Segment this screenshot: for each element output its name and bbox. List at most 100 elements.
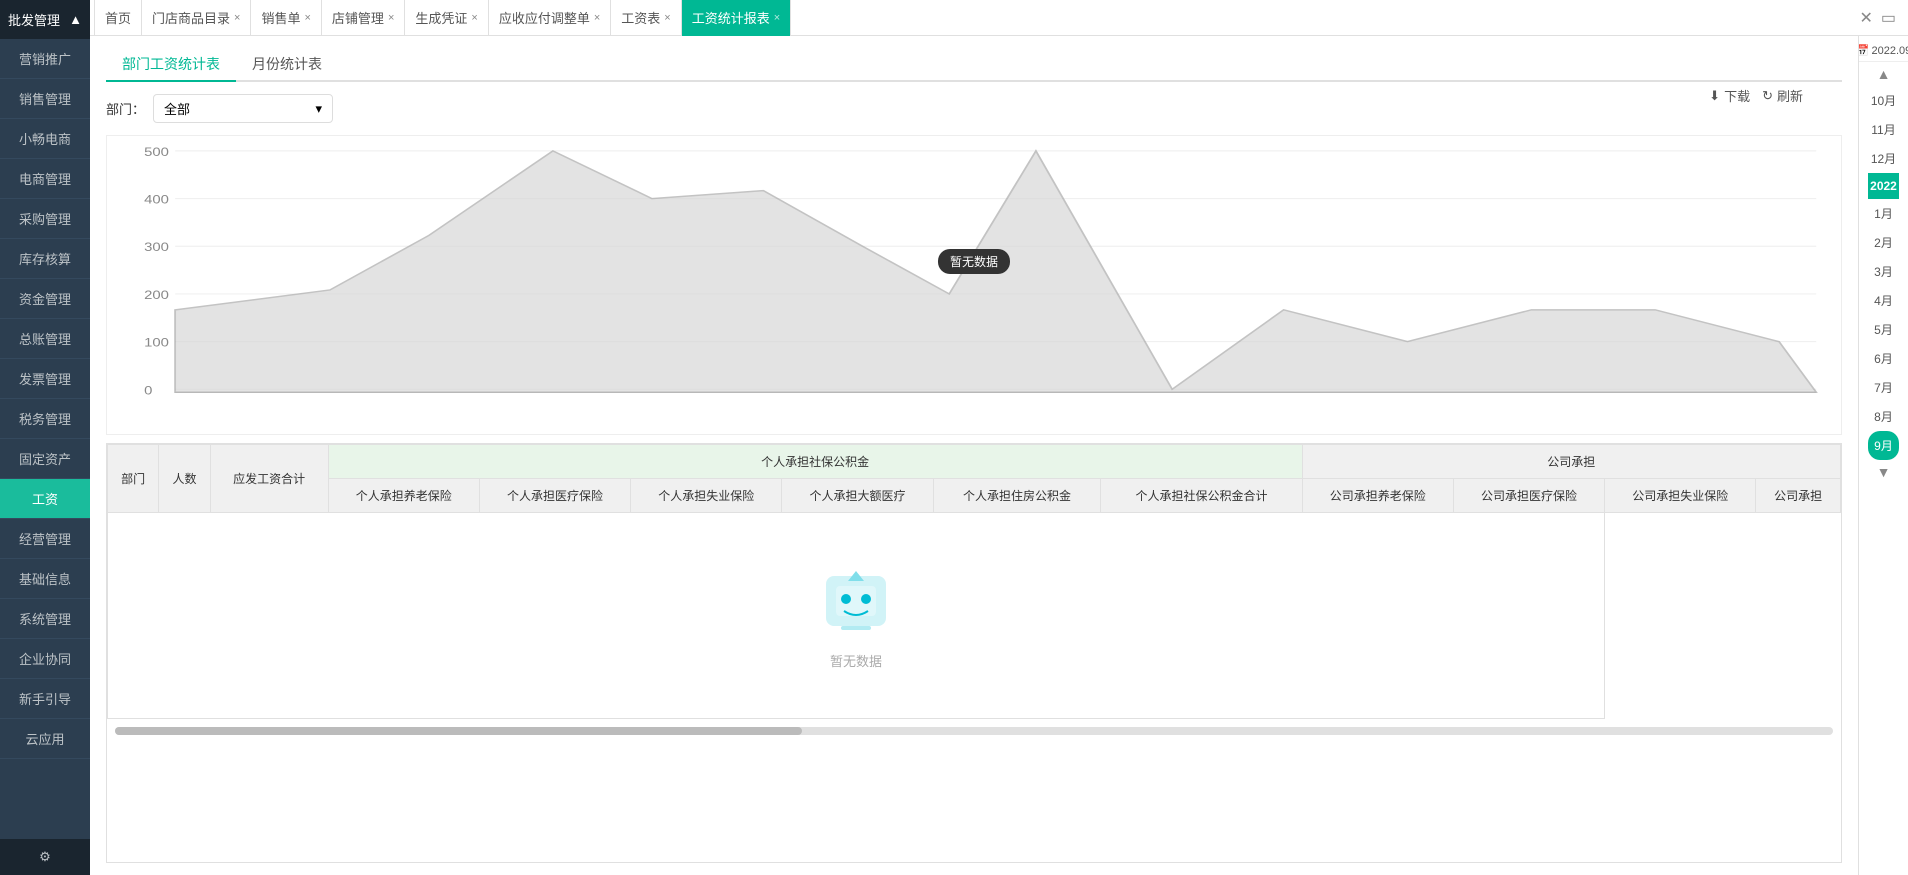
chevron-down-icon: ▾ bbox=[315, 101, 322, 117]
sidebar-item-固定资产[interactable]: 固定资产 bbox=[0, 439, 90, 479]
date-nav-down[interactable]: ▼ bbox=[1859, 460, 1908, 484]
tab-close-icon[interactable]: × bbox=[388, 12, 394, 24]
sidebar-item-总账管理[interactable]: 总账管理 bbox=[0, 319, 90, 359]
download-button[interactable]: ⬇ 下载 bbox=[1709, 86, 1750, 105]
date-nav-up[interactable]: ▲ bbox=[1859, 62, 1908, 86]
tab-label: 店铺管理 bbox=[332, 8, 384, 27]
th-c2: 公司承担医疗保险 bbox=[1453, 479, 1604, 513]
restore-window-icon[interactable]: ▭ bbox=[1881, 8, 1896, 28]
th-p3: 个人承担失业保险 bbox=[631, 479, 782, 513]
tab-生成凭证[interactable]: 生成凭证 × bbox=[405, 0, 488, 36]
tab-close-icon[interactable]: × bbox=[471, 12, 477, 24]
table-empty-cell: 暂无数据 bbox=[108, 513, 1605, 719]
tab-工资统计报表[interactable]: 工资统计报表× bbox=[682, 0, 791, 36]
tab-应收应付调整单[interactable]: 应收应付调整单× bbox=[489, 0, 611, 36]
empty-label: 暂无数据 bbox=[830, 651, 882, 670]
sub-tab-月份统计表[interactable]: 月份统计表 bbox=[236, 48, 338, 82]
content-area: ⬇ 下载 ↻ 刷新 部门工资统计表月份统计表 部门： 全部 ▾ bbox=[90, 36, 1908, 875]
sidebar-item-工资[interactable]: 工资 bbox=[0, 479, 90, 519]
sidebar-item-系统管理[interactable]: 系统管理 bbox=[0, 599, 90, 639]
date-item-7月[interactable]: 7月 bbox=[1868, 373, 1899, 402]
sidebar-item-基础信息[interactable]: 基础信息 bbox=[0, 559, 90, 599]
sidebar-header-label: 批发管理 bbox=[8, 10, 60, 29]
sidebar-item-云应用[interactable]: 云应用 bbox=[0, 719, 90, 759]
dept-select[interactable]: 全部 ▾ bbox=[153, 94, 333, 123]
sidebar-item-营销推广[interactable]: 营销推广 bbox=[0, 39, 90, 79]
toolbar: 部门： 全部 ▾ bbox=[106, 94, 1842, 123]
sidebar-item-企业协同[interactable]: 企业协同 bbox=[0, 639, 90, 679]
tab-close-icon[interactable]: × bbox=[234, 12, 240, 24]
th-p2: 个人承担医疗保险 bbox=[479, 479, 630, 513]
sidebar-item-发票管理[interactable]: 发票管理 bbox=[0, 359, 90, 399]
date-item-8月[interactable]: 8月 bbox=[1868, 402, 1899, 431]
date-item-2022[interactable]: 2022 bbox=[1868, 173, 1899, 199]
th-count: 人数 bbox=[159, 445, 210, 513]
chart-svg: 500 400 300 200 100 0 bbox=[107, 136, 1841, 434]
sidebar-item-税务管理[interactable]: 税务管理 bbox=[0, 399, 90, 439]
sidebar-item-资金管理[interactable]: 资金管理 bbox=[0, 279, 90, 319]
date-item-2月[interactable]: 2月 bbox=[1868, 228, 1899, 257]
tab-首页[interactable]: 首页 bbox=[94, 0, 142, 36]
date-item-12月[interactable]: 12月 bbox=[1868, 144, 1899, 173]
tab-label: 生成凭证 bbox=[415, 8, 467, 27]
sidebar-header[interactable]: 批发管理 ▲ bbox=[0, 0, 90, 39]
date-item-3月[interactable]: 3月 bbox=[1868, 257, 1899, 286]
settings-icon: ⚙ bbox=[39, 849, 51, 864]
sidebar-item-新手引导[interactable]: 新手引导 bbox=[0, 679, 90, 719]
sidebar-item-电商管理[interactable]: 电商管理 bbox=[0, 159, 90, 199]
table-container[interactable]: 部门 人数 应发工资合计 个人承担社保公积金 公司承担 个人承担养老保险 个人承… bbox=[106, 443, 1842, 863]
refresh-button[interactable]: ↻ 刷新 bbox=[1762, 86, 1803, 105]
sidebar-item-经营管理[interactable]: 经营管理 bbox=[0, 519, 90, 559]
sidebar-footer[interactable]: ⚙ bbox=[0, 839, 90, 875]
tab-label: 门店商品目录 bbox=[152, 8, 230, 27]
date-item-4月[interactable]: 4月 bbox=[1868, 286, 1899, 315]
calendar-icon: 📅 bbox=[1858, 44, 1869, 57]
tab-close-icon[interactable]: × bbox=[304, 12, 310, 24]
sidebar-item-销售管理[interactable]: 销售管理 bbox=[0, 79, 90, 119]
sub-tab-部门工资统计表[interactable]: 部门工资统计表 bbox=[106, 48, 236, 82]
th-group-company: 公司承担 bbox=[1302, 445, 1840, 479]
th-c4: 公司承担 bbox=[1756, 479, 1841, 513]
th-p4: 个人承担大额医疗 bbox=[782, 479, 933, 513]
tab-店铺管理[interactable]: 店铺管理 × bbox=[322, 0, 405, 36]
tab-工资表[interactable]: 工资表 × bbox=[611, 0, 681, 36]
date-panel: 📅 2022.09 ▲ 10月11月12月20221月2月3月4月5月6月7月8… bbox=[1858, 36, 1908, 875]
svg-text:500: 500 bbox=[144, 145, 169, 158]
tab-close-icon[interactable]: × bbox=[774, 12, 780, 24]
empty-icon bbox=[816, 561, 896, 641]
date-item-10月[interactable]: 10月 bbox=[1868, 86, 1899, 115]
date-item-1月[interactable]: 1月 bbox=[1868, 199, 1899, 228]
svg-text:300: 300 bbox=[144, 241, 169, 254]
date-item-9月[interactable]: 9月 bbox=[1868, 431, 1899, 460]
tab-label: 首页 bbox=[105, 8, 131, 27]
tab-close-icon[interactable]: × bbox=[594, 12, 600, 24]
dept-select-value: 全部 bbox=[164, 99, 190, 118]
table-scroll-bar[interactable] bbox=[115, 727, 1833, 735]
empty-state: 暂无数据 bbox=[114, 521, 1598, 710]
date-item-11月[interactable]: 11月 bbox=[1868, 115, 1899, 144]
sidebar-item-库存核算[interactable]: 库存核算 bbox=[0, 239, 90, 279]
chart-area: 500 400 300 200 100 0 bbox=[106, 135, 1842, 435]
tab-销售单[interactable]: 销售单× bbox=[251, 0, 321, 36]
tab-close-icon[interactable]: × bbox=[664, 12, 670, 24]
date-item-5月[interactable]: 5月 bbox=[1868, 315, 1899, 344]
sidebar-item-采购管理[interactable]: 采购管理 bbox=[0, 199, 90, 239]
tab-label: 工资表 bbox=[621, 8, 660, 27]
sub-tabs: 部门工资统计表月份统计表 bbox=[106, 48, 1842, 82]
th-group-personal: 个人承担社保公积金 bbox=[328, 445, 1302, 479]
refresh-icon: ↻ bbox=[1762, 88, 1773, 104]
date-item-6月[interactable]: 6月 bbox=[1868, 344, 1899, 373]
tab-end-close[interactable]: ✕ ▭ bbox=[1851, 8, 1904, 28]
page-body: ⬇ 下载 ↻ 刷新 部门工资统计表月份统计表 部门： 全部 ▾ bbox=[90, 36, 1858, 875]
th-salary: 应发工资合计 bbox=[210, 445, 328, 513]
table-scroll-thumb bbox=[115, 727, 802, 735]
tab-门店商品目录[interactable]: 门店商品目录 × bbox=[142, 0, 251, 36]
chart-polygon bbox=[175, 151, 1816, 392]
dept-label: 部门： bbox=[106, 99, 145, 118]
sidebar-item-小畅电商[interactable]: 小畅电商 bbox=[0, 119, 90, 159]
tab-bar: 首页门店商品目录×销售单×店铺管理×生成凭证×应收应付调整单×工资表×工资统计报… bbox=[90, 0, 1908, 36]
svg-text:400: 400 bbox=[144, 193, 169, 206]
close-window-icon[interactable]: ✕ bbox=[1859, 8, 1872, 28]
main-area: 首页门店商品目录×销售单×店铺管理×生成凭证×应收应付调整单×工资表×工资统计报… bbox=[90, 0, 1908, 875]
th-dept: 部门 bbox=[108, 445, 159, 513]
